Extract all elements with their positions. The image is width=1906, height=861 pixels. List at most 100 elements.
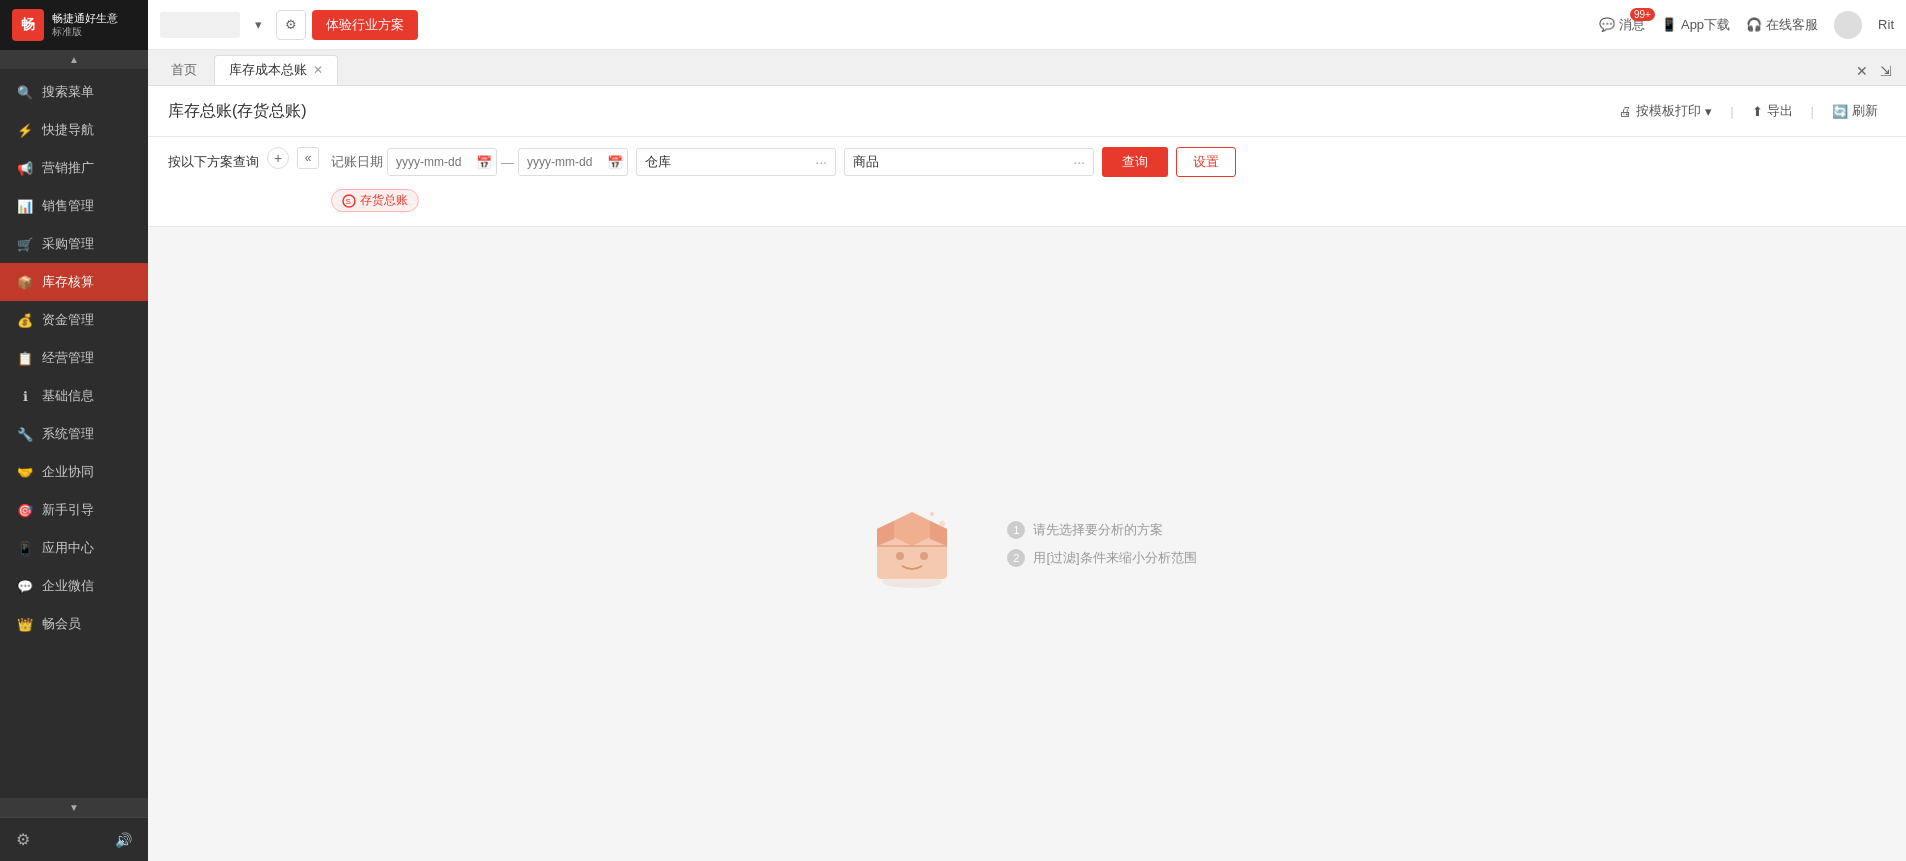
export-btn[interactable]: ⬆ 导出	[1744, 98, 1801, 124]
date-label: 记账日期	[331, 153, 383, 171]
print-btn[interactable]: 🖨 按模板打印 ▾	[1611, 98, 1720, 124]
date-start-input[interactable]: 📅	[387, 148, 497, 176]
sidebar-item-label: 企业微信	[42, 577, 94, 595]
sidebar-item-search[interactable]: 🔍 搜索菜单	[0, 73, 148, 111]
date-separator: —	[501, 155, 514, 170]
sidebar-item-label: 营销推广	[42, 159, 94, 177]
app-edition: 标准版	[52, 25, 118, 39]
query-btn[interactable]: 查询	[1102, 147, 1168, 177]
app-download-btn[interactable]: 📱 App下载	[1661, 16, 1730, 34]
user-avatar[interactable]	[1834, 11, 1862, 39]
settings-icon[interactable]: ⚙	[16, 830, 30, 849]
message-btn[interactable]: 💬 消息 99+	[1599, 16, 1645, 34]
app-name: 畅捷通好生意	[52, 11, 118, 25]
scroll-down-icon[interactable]: ▼	[69, 802, 79, 813]
sidebar-scroll-up[interactable]: ▲	[0, 50, 148, 69]
sidebar-item-basic-info[interactable]: ℹ 基础信息	[0, 377, 148, 415]
date-end-field[interactable]	[527, 155, 607, 169]
gear-icon: ⚙	[285, 17, 297, 32]
empty-illustration	[857, 484, 977, 604]
tab-resize-btn[interactable]: ⇲	[1874, 61, 1898, 81]
sidebar-item-label: 资金管理	[42, 311, 94, 329]
step-2-num: 2	[1007, 549, 1025, 567]
online-service-btn[interactable]: 🎧 在线客服	[1746, 16, 1818, 34]
sidebar-item-guide[interactable]: 🎯 新手引导	[0, 491, 148, 529]
scroll-up-icon[interactable]: ▲	[69, 54, 79, 65]
sidebar-scroll-down[interactable]: ▼	[0, 798, 148, 817]
sidebar-item-label: 企业协同	[42, 463, 94, 481]
svg-point-9	[920, 552, 928, 560]
sidebar-item-label: 经营管理	[42, 349, 94, 367]
sidebar-item-system[interactable]: 🔧 系统管理	[0, 415, 148, 453]
app-download-label: App下载	[1681, 16, 1730, 34]
finance-icon: 💰	[16, 311, 34, 329]
page-actions: 🖨 按模板打印 ▾ | ⬆ 导出 | 🔄 刷新	[1611, 98, 1886, 124]
guide-icon: 🎯	[16, 501, 34, 519]
refresh-label: 刷新	[1852, 102, 1878, 120]
industry-btn[interactable]: 体验行业方案	[312, 10, 418, 40]
sidebar-item-label: 畅会员	[42, 615, 81, 633]
warehouse-more-icon[interactable]: ···	[815, 154, 827, 170]
sidebar-item-app-center[interactable]: 📱 应用中心	[0, 529, 148, 567]
product-select[interactable]: 商品 ···	[844, 148, 1094, 176]
filter-add-btn[interactable]: +	[267, 147, 289, 169]
sidebar-item-label: 快捷导航	[42, 121, 94, 139]
filter-settings-btn[interactable]: 设置	[1176, 147, 1236, 177]
main-area: ▾ ⚙ 体验行业方案 💬 消息 99+ 📱 App下载 🎧 在线客服 Rit	[148, 0, 1906, 861]
sidebar-nav: 🔍 搜索菜单 ⚡ 快捷导航 📢 营销推广 📊 销售管理 🛒 采购管理 📦 库存核…	[0, 69, 148, 798]
empty-state: 1 请先选择要分析的方案 2 用[过滤]条件来缩小分析范围	[857, 484, 1196, 604]
print-dropdown-icon[interactable]: ▾	[1705, 104, 1712, 119]
marketing-icon: 📢	[16, 159, 34, 177]
vip-icon: 👑	[16, 615, 34, 633]
filter-row-2: S 存货总账	[331, 189, 1886, 216]
sidebar-item-operation[interactable]: 📋 经营管理	[0, 339, 148, 377]
sidebar-item-wechat[interactable]: 💬 企业微信	[0, 567, 148, 605]
header-dropdown-btn[interactable]: ▾	[246, 13, 270, 37]
sidebar-item-enterprise[interactable]: 🤝 企业协同	[0, 453, 148, 491]
sidebar-item-sales[interactable]: 📊 销售管理	[0, 187, 148, 225]
header-settings-btn[interactable]: ⚙	[276, 10, 306, 40]
sidebar-item-marketing[interactable]: 📢 营销推广	[0, 149, 148, 187]
svg-point-8	[896, 552, 904, 560]
basic-info-icon: ℹ	[16, 387, 34, 405]
header-right: 💬 消息 99+ 📱 App下载 🎧 在线客服 Rit	[1599, 11, 1894, 39]
sidebar-item-label: 系统管理	[42, 425, 94, 443]
page-header: 库存总账(存货总账) 🖨 按模板打印 ▾ | ⬆ 导出 | 🔄 刷新	[148, 86, 1906, 137]
tab-home[interactable]: 首页	[156, 55, 212, 85]
sidebar-bottom: ⚙ 🔊	[0, 817, 148, 861]
sidebar-item-purchase[interactable]: 🛒 采购管理	[0, 225, 148, 263]
sidebar-item-inventory[interactable]: 📦 库存核算	[0, 263, 148, 301]
header-nav-area: ▾ ⚙ 体验行业方案	[160, 10, 1591, 40]
svg-point-11	[930, 512, 934, 516]
scheme-icon: S	[342, 194, 356, 208]
empty-step-2: 2 用[过滤]条件来缩小分析范围	[1007, 549, 1196, 567]
filter-row-1: 记账日期 📅 — 📅 仓库 ··· 商品	[331, 147, 1886, 177]
tab-close-btn[interactable]: ✕	[313, 64, 323, 76]
online-service-label: 在线客服	[1766, 16, 1818, 34]
date-start-field[interactable]	[396, 155, 476, 169]
speaker-icon[interactable]: 🔊	[115, 832, 132, 848]
tab-close-all-btn[interactable]: ✕	[1850, 61, 1874, 81]
action-divider-2: |	[1811, 104, 1814, 119]
sales-icon: 📊	[16, 197, 34, 215]
filter-collapse-btn[interactable]: «	[297, 147, 319, 169]
refresh-btn[interactable]: 🔄 刷新	[1824, 98, 1886, 124]
warehouse-select[interactable]: 仓库 ···	[636, 148, 836, 176]
sidebar-item-label: 销售管理	[42, 197, 94, 215]
service-icon: 🎧	[1746, 17, 1762, 32]
calendar-start-icon[interactable]: 📅	[476, 155, 492, 170]
sidebar-item-quick-nav[interactable]: ⚡ 快捷导航	[0, 111, 148, 149]
sidebar-item-finance[interactable]: 💰 资金管理	[0, 301, 148, 339]
product-more-icon[interactable]: ···	[1073, 154, 1085, 170]
calendar-end-icon[interactable]: 📅	[607, 155, 623, 170]
top-header: ▾ ⚙ 体验行业方案 💬 消息 99+ 📱 App下载 🎧 在线客服 Rit	[148, 0, 1906, 50]
tab-inventory-cost-ledger[interactable]: 库存成本总账 ✕	[214, 55, 338, 85]
sidebar-item-label: 新手引导	[42, 501, 94, 519]
scheme-tag[interactable]: S 存货总账	[331, 189, 419, 212]
user-name: Rit	[1878, 17, 1894, 32]
tab-label: 库存成本总账	[229, 61, 307, 79]
wechat-icon: 💬	[16, 577, 34, 595]
date-end-input[interactable]: 📅	[518, 148, 628, 176]
quick-nav-icon: ⚡	[16, 121, 34, 139]
sidebar-item-vip[interactable]: 👑 畅会员	[0, 605, 148, 643]
